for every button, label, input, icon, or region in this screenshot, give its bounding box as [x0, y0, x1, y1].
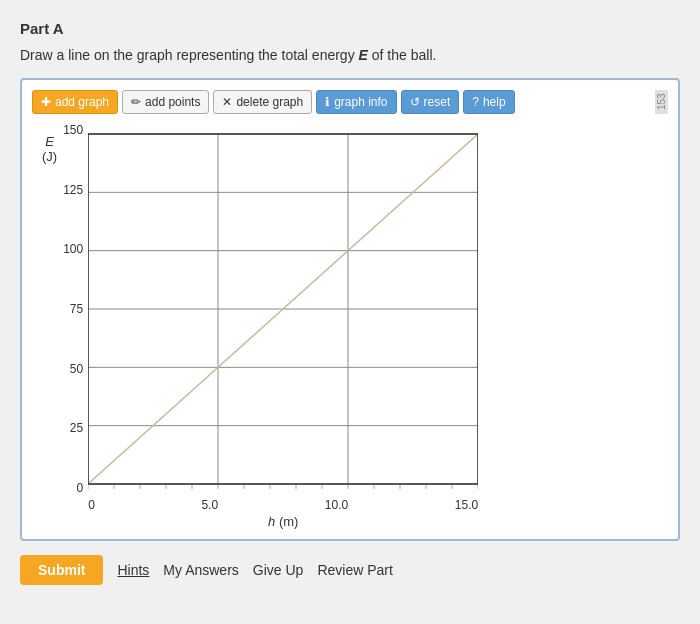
my-answers-link[interactable]: My Answers: [163, 562, 238, 578]
toolbar: ✚ add graph ✏ add points ✕ delete graph …: [32, 90, 668, 114]
y-label-unit: (J): [42, 149, 57, 164]
add-graph-button[interactable]: ✚ add graph: [32, 90, 118, 114]
graph-info-button[interactable]: ℹ graph info: [316, 90, 396, 114]
reset-icon: ↺: [410, 95, 420, 109]
y-tick-label: 100: [63, 243, 83, 255]
add-points-label: add points: [145, 95, 200, 109]
pencil-icon: ✏: [131, 95, 141, 109]
delete-graph-label: delete graph: [236, 95, 303, 109]
delete-graph-button[interactable]: ✕ delete graph: [213, 90, 312, 114]
graph-area: E (J) 150 125 100 75 50 25 0 0 5.0 10.0 15.0 h (m…: [32, 124, 668, 529]
y-labels: 150 125 100 75 50 25 0: [63, 124, 83, 494]
x-tick-label: 5.0: [202, 498, 219, 512]
x-labels-row: 0 5.0 10.0 15.0: [88, 498, 478, 512]
instruction-text: Draw a line on the graph representing th…: [20, 45, 680, 66]
y-tick-label: 125: [63, 184, 83, 196]
x-icon: ✕: [222, 95, 232, 109]
y-tick-label: 150: [63, 124, 83, 136]
x-tick-label: 0: [88, 498, 95, 512]
x-tick-label: 10.0: [325, 498, 348, 512]
reset-button[interactable]: ↺ reset: [401, 90, 460, 114]
add-graph-label: add graph: [55, 95, 109, 109]
give-up-link[interactable]: Give Up: [253, 562, 304, 578]
y-label-E: E: [45, 134, 54, 149]
y-tick-label: 0: [77, 482, 84, 494]
review-part-link[interactable]: Review Part: [317, 562, 392, 578]
plus-icon: ✚: [41, 95, 51, 109]
bottom-links: Hints My Answers Give Up Review Part: [117, 562, 392, 578]
help-button[interactable]: ? help: [463, 90, 514, 114]
y-tick-label: 25: [70, 422, 83, 434]
math-symbol: E: [359, 47, 368, 63]
part-label: Part A: [20, 20, 680, 37]
side-number: 153: [655, 90, 668, 114]
graph-canvas[interactable]: [88, 124, 478, 494]
question-icon: ?: [472, 95, 479, 109]
graph-row: 150 125 100 75 50 25 0 0 5.0 10.0 15.0 h (m): [63, 124, 478, 529]
chart-wrapper[interactable]: 0 5.0 10.0 15.0 h (m): [88, 124, 478, 529]
reset-label: reset: [424, 95, 451, 109]
bottom-bar: Submit Hints My Answers Give Up Review P…: [20, 555, 680, 585]
toolbar-inner: ✚ add graph ✏ add points ✕ delete graph …: [32, 90, 655, 114]
hints-link[interactable]: Hints: [117, 562, 149, 578]
y-tick-label: 50: [70, 363, 83, 375]
x-axis-label: h (m): [88, 514, 478, 529]
info-icon: ℹ: [325, 95, 330, 109]
graph-info-label: graph info: [334, 95, 387, 109]
x-tick-label: 15.0: [455, 498, 478, 512]
add-points-button[interactable]: ✏ add points: [122, 90, 209, 114]
y-tick-label: 75: [70, 303, 83, 315]
help-label: help: [483, 95, 506, 109]
graph-container: ✚ add graph ✏ add points ✕ delete graph …: [20, 78, 680, 541]
y-axis-label: E (J): [42, 134, 57, 164]
submit-button[interactable]: Submit: [20, 555, 103, 585]
